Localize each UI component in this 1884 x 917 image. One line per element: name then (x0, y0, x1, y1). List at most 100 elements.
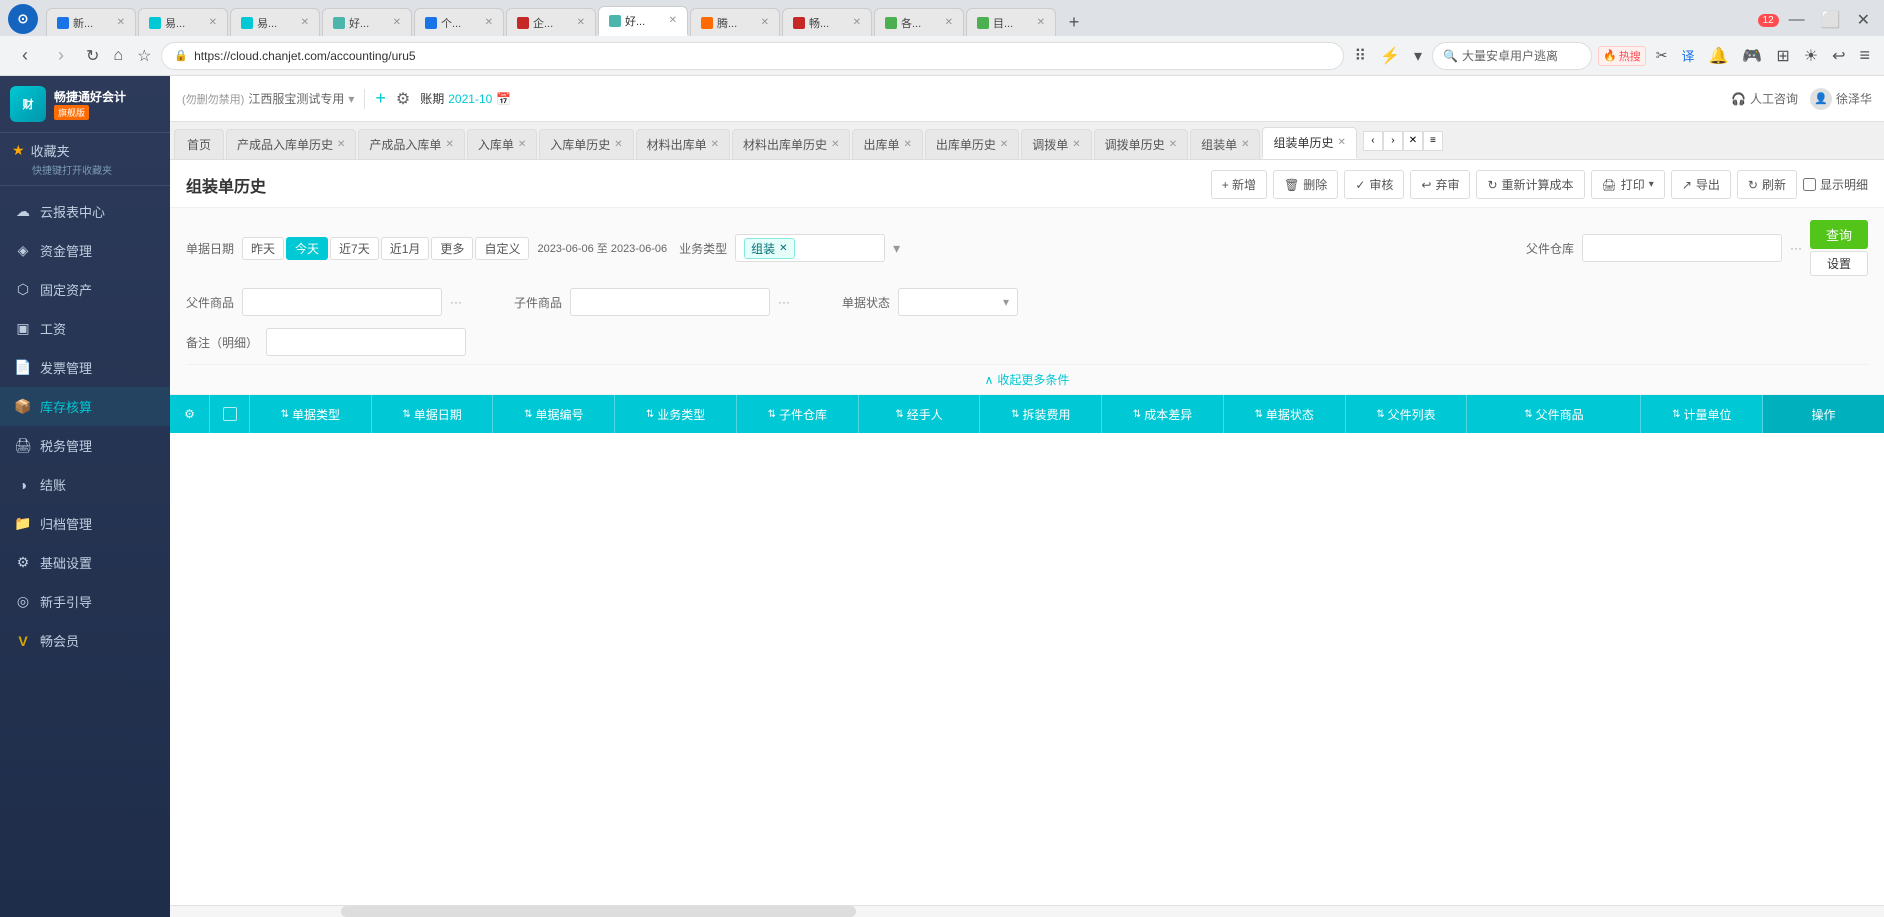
user-info[interactable]: 👤 徐泽华 (1810, 88, 1872, 110)
nav-tab-in-history[interactable]: 入库单历史 ✕ (539, 129, 633, 159)
week-btn[interactable]: 近7天 (330, 237, 379, 260)
th-bill-status[interactable]: ⇅ 单据状态 (1224, 395, 1346, 433)
tab-close-icon[interactable]: ✕ (518, 139, 526, 150)
game-btn[interactable]: 🎮 (1738, 42, 1766, 70)
browser-tab-3[interactable]: 易... ✕ (230, 8, 320, 36)
nav-tab-home[interactable]: 首页 (174, 129, 224, 159)
th-parent-goods[interactable]: ⇅ 父件商品 (1467, 395, 1641, 433)
settings-gear-btn[interactable]: ⚙ (396, 89, 410, 109)
grid-btn[interactable]: ⠿ (1350, 42, 1370, 70)
tab-close-icon[interactable]: ✕ (337, 139, 345, 150)
tab-close-icon[interactable]: ✕ (711, 139, 719, 150)
back-btn[interactable]: ‹ (10, 41, 40, 71)
show-detail-checkbox[interactable]: 显示明细 (1803, 176, 1868, 193)
tab-9-close[interactable]: ✕ (853, 17, 861, 28)
child-goods-input[interactable] (570, 288, 770, 316)
nav-tab-produce-in[interactable]: 产成品入库单 ✕ (358, 129, 464, 159)
tab-close-icon[interactable]: ✕ (1000, 139, 1008, 150)
export-btn[interactable]: ↗ 导出 (1671, 170, 1731, 199)
collapse-bar[interactable]: ∧ 收起更多条件 (186, 364, 1868, 394)
tab-3-close[interactable]: ✕ (301, 17, 309, 28)
sidebar-item-guide[interactable]: ◎ 新手引导 (0, 582, 170, 621)
custom-date-btn[interactable]: 自定义 (475, 237, 529, 260)
th-unit[interactable]: ⇅ 计量单位 (1641, 395, 1763, 433)
sidebar-item-fund[interactable]: ◈ 资金管理 (0, 231, 170, 270)
tab-1-close[interactable]: ✕ (117, 17, 125, 28)
menu-btn[interactable]: ≡ (1855, 41, 1874, 70)
layout-btn[interactable]: ⊞ (1772, 42, 1793, 70)
tab-5-close[interactable]: ✕ (485, 17, 493, 28)
browser-tab-11[interactable]: 目... ✕ (966, 8, 1056, 36)
nav-tabs-more[interactable]: ≡ (1423, 131, 1443, 151)
parent-warehouse-input[interactable] (1582, 234, 1782, 262)
parent-goods-dots[interactable]: ··· (450, 295, 462, 309)
header-company-info[interactable]: (勿删勿禁用) 江西服宝测试专用 ▾ (182, 90, 354, 107)
month-btn[interactable]: 近1月 (381, 237, 430, 260)
tab-close-icon[interactable]: ✕ (1169, 139, 1177, 150)
th-cost-diff[interactable]: ⇅ 成本差异 (1102, 395, 1224, 433)
browser-tab-5[interactable]: 个... ✕ (414, 8, 504, 36)
business-type-tag-close[interactable]: ✕ (779, 243, 787, 254)
tab-close-icon[interactable]: ✕ (903, 139, 911, 150)
browser-tab-9[interactable]: 畅... ✕ (782, 8, 872, 36)
settings-config-btn[interactable]: 设置 (1810, 251, 1868, 276)
lightning-btn[interactable]: ⚡ (1376, 42, 1404, 70)
th-child-warehouse[interactable]: ⇅ 子件仓库 (737, 395, 859, 433)
th-business-type[interactable]: ⇅ 业务类型 (615, 395, 737, 433)
new-btn[interactable]: + 新增 (1211, 170, 1267, 199)
forward-btn[interactable]: › (46, 41, 76, 71)
tab-10-close[interactable]: ✕ (945, 17, 953, 28)
query-btn[interactable]: 查询 (1810, 220, 1868, 249)
tab-11-close[interactable]: ✕ (1037, 17, 1045, 28)
nav-tab-transfer-history[interactable]: 调拨单历史 ✕ (1094, 129, 1188, 159)
tab-2-close[interactable]: ✕ (209, 17, 217, 28)
refresh-btn[interactable]: ↻ 刷新 (1737, 170, 1797, 199)
tab-close-icon[interactable]: ✕ (1072, 139, 1080, 150)
audit-btn[interactable]: ✓ 审核 (1344, 170, 1404, 199)
sidebar-item-fixed-assets[interactable]: ⬡ 固定资产 (0, 270, 170, 309)
more-date-btn[interactable]: 更多 (431, 237, 473, 260)
undo-btn[interactable]: ↩ (1828, 42, 1849, 70)
minimize-btn[interactable]: — (1783, 9, 1811, 31)
new-tab-btn[interactable]: + (1060, 8, 1088, 36)
show-detail-input[interactable] (1803, 178, 1816, 191)
browser-tab-10[interactable]: 各... ✕ (874, 8, 964, 36)
scissors-btn[interactable]: ✂ (1652, 43, 1672, 68)
business-type-dropdown[interactable]: ▾ (893, 240, 900, 257)
sidebar-item-cloud-report[interactable]: ☁ 云报表中心 (0, 192, 170, 231)
more-btn[interactable]: ▾ (1410, 42, 1426, 70)
child-goods-dots[interactable]: ··· (778, 295, 790, 309)
browser-tab-7-active[interactable]: 好... ✕ (598, 6, 688, 36)
nav-tab-out[interactable]: 出库单 ✕ (852, 129, 922, 159)
sidebar-item-basic-settings[interactable]: ⚙ 基础设置 (0, 543, 170, 582)
remark-input[interactable] (266, 328, 466, 356)
search-bar[interactable]: 🔍 大量安卓用户逃离 (1432, 42, 1592, 70)
yesterday-btn[interactable]: 昨天 (242, 237, 284, 260)
sidebar-item-tax[interactable]: 🖨 税务管理 (0, 426, 170, 465)
nav-tab-in[interactable]: 入库单 ✕ (467, 129, 537, 159)
nav-tab-produce-in-history[interactable]: 产成品入库单历史 ✕ (226, 129, 356, 159)
th-settings[interactable]: ⚙ (170, 395, 210, 433)
tab-close-icon[interactable]: ✕ (1241, 139, 1249, 150)
nav-tabs-right-arrow[interactable]: › (1383, 131, 1403, 151)
th-bill-type[interactable]: ⇅ 单据类型 (250, 395, 372, 433)
add-company-btn[interactable]: + (375, 88, 386, 109)
emoji-btn[interactable]: 🔔 (1704, 42, 1732, 70)
sidebar-item-checkout[interactable]: ◑ 结账 (0, 465, 170, 504)
home-btn[interactable]: ⌂ (109, 43, 127, 69)
tab-7-close[interactable]: ✕ (669, 15, 677, 26)
th-bill-no[interactable]: ⇅ 单据编号 (493, 395, 615, 433)
browser-tab-6[interactable]: 企... ✕ (506, 8, 596, 36)
th-checkbox[interactable] (210, 395, 250, 433)
th-handler[interactable]: ⇅ 经手人 (859, 395, 981, 433)
nav-tab-transfer[interactable]: 调拨单 ✕ (1021, 129, 1091, 159)
abandon-btn[interactable]: ↩ 弃审 (1410, 170, 1470, 199)
sidebar-item-payroll[interactable]: ▣ 工资 (0, 309, 170, 348)
calendar-icon[interactable]: 📅 (496, 92, 511, 106)
sidebar-favorites[interactable]: ★ 收藏夹 快捷键打开收藏夹 (0, 133, 170, 186)
translate-btn[interactable]: 译 (1677, 42, 1698, 69)
business-type-input[interactable]: 组装 ✕ (735, 234, 885, 262)
browser-tab-4[interactable]: 好... ✕ (322, 8, 412, 36)
tab-4-close[interactable]: ✕ (393, 17, 401, 28)
sidebar-item-invoice[interactable]: 📄 发票管理 (0, 348, 170, 387)
